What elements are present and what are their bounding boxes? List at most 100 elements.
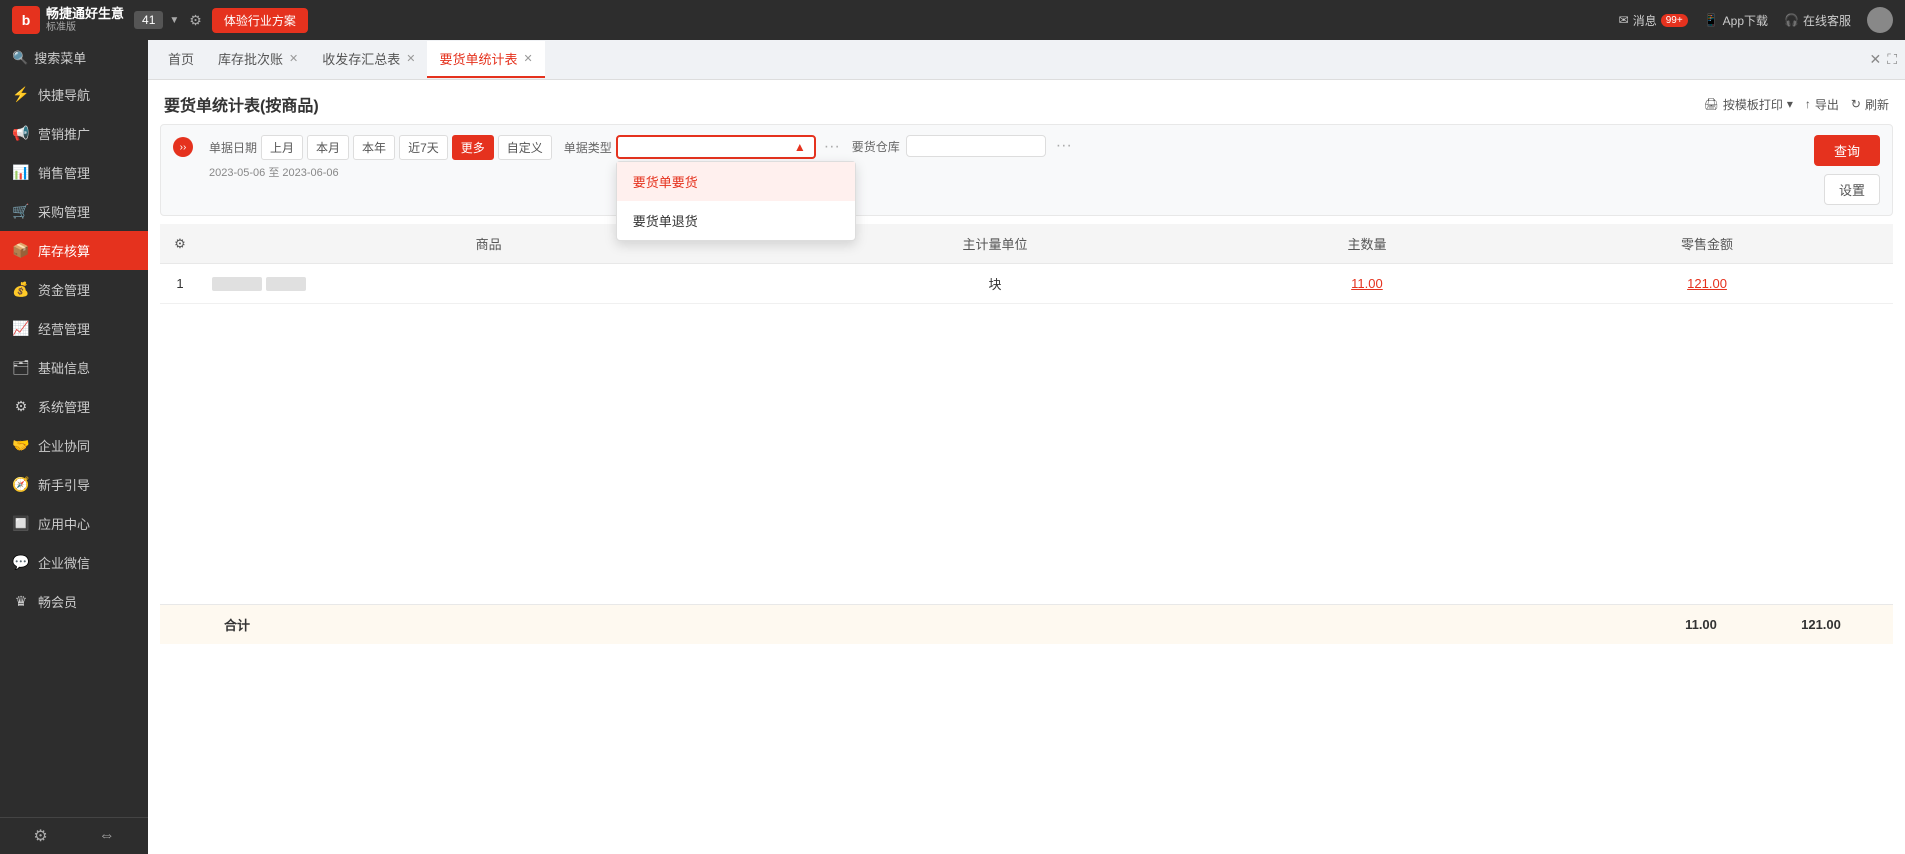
filter-more-dots-icon[interactable]: ··· <box>824 138 840 156</box>
tab-home[interactable]: 首页 <box>156 41 206 78</box>
product-placeholder-2 <box>266 277 306 291</box>
print-dropdown-icon[interactable]: ▾ <box>1787 97 1793 111</box>
query-btn[interactable]: 查询 <box>1814 135 1880 166</box>
col-gear: ⚙ <box>160 224 200 264</box>
window-expand-icon[interactable]: ⛶ <box>1887 51 1897 68</box>
tab-order-summary-label: 要货单统计表 <box>439 49 517 68</box>
basic-info-icon: 🗂 <box>12 359 30 376</box>
page-title-bar: 要货单统计表(按商品) 🖨 按模板打印 ▾ ↑ 导出 ↻ 刷新 <box>148 80 1905 124</box>
sidebar: 🔍 搜索菜单 ⚡ 快捷导航 📢 营销推广 📊 销售管理 🛒 采购管理 📦 库存核… <box>0 40 148 854</box>
header-gear-icon[interactable]: ⚙ <box>189 12 202 29</box>
date-btn-custom[interactable]: 自定义 <box>498 135 552 160</box>
dropdown-item-order-purchase[interactable]: 要货单要货 <box>617 162 855 201</box>
tab-batch-account-close-icon[interactable]: ✕ <box>289 52 298 65</box>
top-header: b 畅捷通好生意 标准版 41 ▼ ⚙ 体验行业方案 ✉ 消息 99+ 📱 Ap… <box>0 0 1905 40</box>
message-icon: ✉ <box>1619 13 1629 27</box>
sidebar-label-purchase: 采购管理 <box>38 202 90 221</box>
avatar[interactable] <box>1867 7 1893 33</box>
table-row: 1 块 11.00 121.00 <box>160 264 1893 304</box>
summary-quantity: 11.00 <box>1641 617 1761 632</box>
tab-receipt-summary-close-icon[interactable]: ✕ <box>406 52 415 65</box>
sidebar-label-sales: 销售管理 <box>38 163 90 182</box>
export-icon: ↑ <box>1805 97 1811 111</box>
logo-icon: b <box>12 6 40 34</box>
warehouse-filter-label: 要货仓库 <box>852 138 900 155</box>
export-btn[interactable]: ↑ 导出 <box>1805 96 1839 113</box>
tab-batch-account[interactable]: 库存批次账 ✕ <box>206 41 310 78</box>
sidebar-search[interactable]: 🔍 搜索菜单 <box>0 40 148 75</box>
refresh-btn[interactable]: ↻ 刷新 <box>1851 96 1889 113</box>
tab-bar-right: ✕ ⛶ <box>1869 51 1897 68</box>
table-header-row: ⚙ 商品 主计量单位 主数量 零售金额 <box>160 224 1893 264</box>
industry-btn[interactable]: 体验行业方案 <box>212 8 308 33</box>
row-quantity[interactable]: 11.00 <box>1213 264 1521 304</box>
sidebar-item-sales[interactable]: 📊 销售管理 <box>0 153 148 192</box>
online-service-action[interactable]: 🎧 在线客服 <box>1784 12 1851 29</box>
sidebar-item-system[interactable]: ⚙ 系统管理 <box>0 387 148 426</box>
data-table-wrap: ⚙ 商品 主计量单位 主数量 零售金额 1 <box>160 224 1893 304</box>
sidebar-label-operations: 经营管理 <box>38 319 90 338</box>
tab-count: 41 <box>134 11 163 29</box>
finance-icon: 💰 <box>12 281 30 298</box>
sidebar-item-finance[interactable]: 💰 资金管理 <box>0 270 148 309</box>
sales-icon: 📊 <box>12 164 30 181</box>
tab-order-summary-close-icon[interactable]: ✕ <box>524 52 533 65</box>
settings-btn[interactable]: 设置 <box>1824 174 1880 205</box>
date-btn-this-year[interactable]: 本年 <box>353 135 395 160</box>
tab-selector[interactable]: 41 ▼ <box>134 11 179 29</box>
app-name-main: 畅捷通好生意 <box>46 6 124 22</box>
sidebar-item-basic-info[interactable]: 🗂 基础信息 <box>0 348 148 387</box>
window-close-icon[interactable]: ✕ <box>1869 51 1881 68</box>
system-icon: ⚙ <box>12 398 30 415</box>
date-btn-this-month[interactable]: 本月 <box>307 135 349 160</box>
type-select-input[interactable] <box>626 140 786 154</box>
summary-section: 合计 11.00 121.00 <box>160 604 1893 644</box>
app-download-label: App下载 <box>1723 12 1768 29</box>
app-center-icon: 🔲 <box>12 515 30 532</box>
sidebar-item-cooperation[interactable]: 🤝 企业协同 <box>0 426 148 465</box>
settings-bottom-icon[interactable]: ⚙ <box>33 826 47 846</box>
warehouse-select-box[interactable] <box>906 135 1046 157</box>
print-template-btn[interactable]: 🖨 按模板打印 ▾ <box>1704 96 1793 113</box>
print-icon: 🖨 <box>1704 97 1719 111</box>
app-download-action[interactable]: 📱 App下载 <box>1704 12 1768 29</box>
refresh-label: 刷新 <box>1865 96 1889 113</box>
row-amount[interactable]: 121.00 <box>1521 264 1893 304</box>
sidebar-item-marketing[interactable]: 📢 营销推广 <box>0 114 148 153</box>
sidebar-bottom: ⚙ ⇔ <box>0 817 148 854</box>
sidebar-item-guide[interactable]: 🧭 新手引导 <box>0 465 148 504</box>
sidebar-label-app-center: 应用中心 <box>38 514 90 533</box>
tab-receipt-summary[interactable]: 收发存汇总表 ✕ <box>310 41 427 78</box>
table-gear-icon[interactable]: ⚙ <box>174 236 186 251</box>
tab-dropdown-arrow-icon[interactable]: ▼ <box>169 15 179 26</box>
date-btn-last-month[interactable]: 上月 <box>261 135 303 160</box>
app-name-sub: 标准版 <box>46 22 124 34</box>
warehouse-more-dots-icon[interactable]: ··· <box>1056 137 1072 155</box>
data-table: ⚙ 商品 主计量单位 主数量 零售金额 1 <box>160 224 1893 304</box>
date-btn-7days[interactable]: 近7天 <box>399 135 448 160</box>
sidebar-item-app-center[interactable]: 🔲 应用中心 <box>0 504 148 543</box>
summary-amount: 121.00 <box>1761 617 1881 632</box>
sidebar-item-quick-nav[interactable]: ⚡ 快捷导航 <box>0 75 148 114</box>
wechat-icon: 💬 <box>12 554 30 571</box>
marketing-icon: 📢 <box>12 125 30 142</box>
sidebar-item-wechat[interactable]: 💬 企业微信 <box>0 543 148 582</box>
sidebar-item-member[interactable]: ♛ 畅会员 <box>0 582 148 621</box>
dropdown-item-order-return[interactable]: 要货单退货 <box>617 201 855 240</box>
refresh-icon: ↻ <box>1851 97 1861 111</box>
page-actions: 🖨 按模板打印 ▾ ↑ 导出 ↻ 刷新 <box>1704 96 1889 113</box>
sidebar-item-inventory[interactable]: 📦 库存核算 <box>0 231 148 270</box>
sidebar-item-operations[interactable]: 📈 经营管理 <box>0 309 148 348</box>
collapse-bottom-icon[interactable]: ⇔ <box>99 827 115 845</box>
sidebar-label-basic-info: 基础信息 <box>38 358 90 377</box>
messages-action[interactable]: ✉ 消息 99+ <box>1619 12 1688 29</box>
filter-expand-btn[interactable]: ›› <box>173 137 193 157</box>
logo-area: b 畅捷通好生意 标准版 <box>12 6 124 34</box>
online-service-label: 在线客服 <box>1803 12 1851 29</box>
tab-order-summary[interactable]: 要货单统计表 ✕ <box>427 41 544 78</box>
type-select-box[interactable]: ▲ <box>616 135 816 159</box>
date-btn-more[interactable]: 更多 <box>452 135 494 160</box>
type-select-chevron-icon[interactable]: ▲ <box>794 140 806 154</box>
sidebar-label-cooperation: 企业协同 <box>38 436 90 455</box>
sidebar-item-purchase[interactable]: 🛒 采购管理 <box>0 192 148 231</box>
